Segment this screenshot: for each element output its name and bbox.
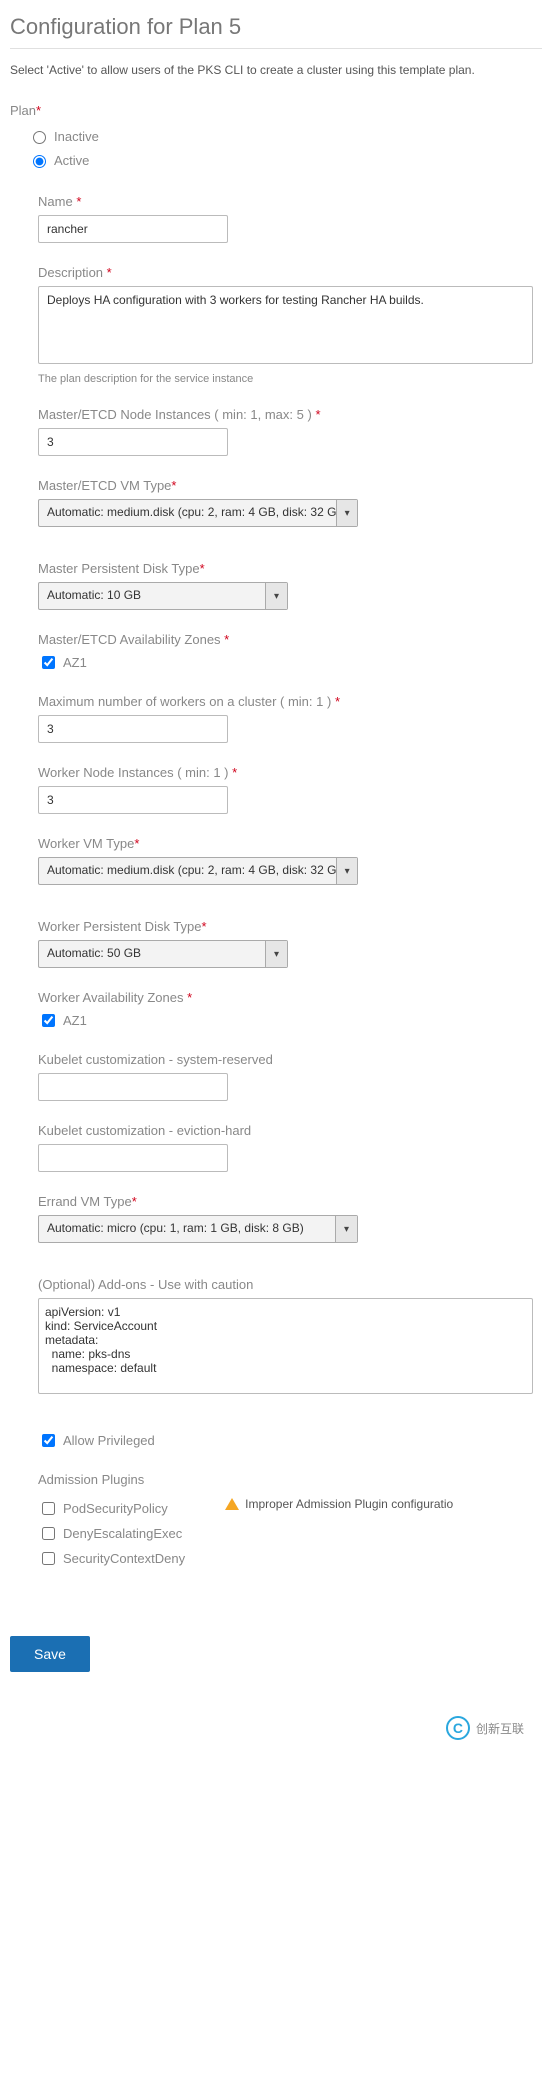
max-workers-input[interactable] bbox=[38, 715, 228, 743]
plugin-deny-escalating-checkbox[interactable] bbox=[42, 1527, 55, 1540]
plugin-deny-escalating[interactable]: DenyEscalatingExec bbox=[38, 1524, 185, 1543]
kubelet-system-input[interactable] bbox=[38, 1073, 228, 1101]
master-disk-type-value: Automatic: 10 GB bbox=[39, 583, 265, 609]
description-label: Description * bbox=[38, 265, 542, 280]
admission-warning: Improper Admission Plugin configuratio bbox=[225, 1497, 453, 1511]
plan-section: Plan* Inactive Active bbox=[10, 103, 542, 168]
allow-privileged-label: Allow Privileged bbox=[63, 1433, 155, 1448]
plan-option-inactive[interactable]: Inactive bbox=[28, 128, 542, 144]
name-input[interactable] bbox=[38, 215, 228, 243]
chevron-down-icon: ▾ bbox=[265, 941, 287, 967]
watermark-text: 创新互联 bbox=[476, 1720, 524, 1737]
radio-active[interactable] bbox=[33, 155, 46, 168]
chevron-down-icon: ▾ bbox=[336, 500, 357, 526]
plugin-security-context[interactable]: SecurityContextDeny bbox=[38, 1549, 185, 1568]
kubelet-eviction-label: Kubelet customization - eviction-hard bbox=[38, 1123, 542, 1138]
plugin-pod-security-checkbox[interactable] bbox=[42, 1502, 55, 1515]
description-textarea[interactable]: Deploys HA configuration with 3 workers … bbox=[38, 286, 533, 364]
chevron-down-icon: ▾ bbox=[336, 858, 357, 884]
worker-vm-type-value: Automatic: medium.disk (cpu: 2, ram: 4 G… bbox=[39, 858, 336, 884]
master-disk-type-select[interactable]: Automatic: 10 GB ▾ bbox=[38, 582, 288, 610]
max-workers-label: Maximum number of workers on a cluster (… bbox=[38, 694, 542, 709]
admission-plugins-label: Admission Plugins bbox=[38, 1472, 542, 1487]
master-instances-label: Master/ETCD Node Instances ( min: 1, max… bbox=[38, 407, 542, 422]
allow-privileged-checkbox[interactable] bbox=[42, 1434, 55, 1447]
allow-privileged-option[interactable]: Allow Privileged bbox=[38, 1431, 542, 1450]
errand-vm-type-select[interactable]: Automatic: micro (cpu: 1, ram: 1 GB, dis… bbox=[38, 1215, 358, 1243]
addons-label: (Optional) Add-ons - Use with caution bbox=[38, 1277, 542, 1292]
worker-vm-type-select[interactable]: Automatic: medium.disk (cpu: 2, ram: 4 G… bbox=[38, 857, 358, 885]
description-helper: The plan description for the service ins… bbox=[38, 373, 542, 385]
plugin-pod-security[interactable]: PodSecurityPolicy bbox=[38, 1499, 185, 1518]
worker-az-option[interactable]: AZ1 bbox=[38, 1011, 542, 1030]
worker-vm-type-label: Worker VM Type* bbox=[38, 836, 542, 851]
plugin-deny-escalating-label: DenyEscalatingExec bbox=[63, 1526, 182, 1541]
watermark: C 创新互联 bbox=[10, 1712, 542, 1744]
worker-az-label: Worker Availability Zones * bbox=[38, 990, 542, 1005]
watermark-icon: C bbox=[446, 1716, 470, 1740]
worker-disk-type-select[interactable]: Automatic: 50 GB ▾ bbox=[38, 940, 288, 968]
worker-disk-type-label: Worker Persistent Disk Type* bbox=[38, 919, 542, 934]
plan-label: Plan* bbox=[10, 103, 542, 118]
master-az-option[interactable]: AZ1 bbox=[38, 653, 542, 672]
plugin-security-context-label: SecurityContextDeny bbox=[63, 1551, 185, 1566]
addons-textarea[interactable]: apiVersion: v1 kind: ServiceAccount meta… bbox=[38, 1298, 533, 1394]
errand-vm-type-value: Automatic: micro (cpu: 1, ram: 1 GB, dis… bbox=[39, 1216, 335, 1242]
radio-active-label: Active bbox=[54, 153, 89, 168]
warning-icon bbox=[225, 1498, 239, 1510]
worker-az-checkbox[interactable] bbox=[42, 1014, 55, 1027]
master-az-option-label: AZ1 bbox=[63, 655, 87, 670]
radio-inactive[interactable] bbox=[33, 131, 46, 144]
chevron-down-icon: ▾ bbox=[335, 1216, 357, 1242]
master-az-checkbox[interactable] bbox=[42, 656, 55, 669]
plugin-security-context-checkbox[interactable] bbox=[42, 1552, 55, 1565]
kubelet-system-label: Kubelet customization - system-reserved bbox=[38, 1052, 542, 1067]
radio-inactive-label: Inactive bbox=[54, 129, 99, 144]
master-vm-type-label: Master/ETCD VM Type* bbox=[38, 478, 542, 493]
name-label: Name * bbox=[38, 194, 542, 209]
master-az-label: Master/ETCD Availability Zones * bbox=[38, 632, 542, 647]
admission-warning-text: Improper Admission Plugin configuratio bbox=[245, 1497, 453, 1511]
page-title: Configuration for Plan 5 bbox=[10, 14, 542, 40]
save-button[interactable]: Save bbox=[10, 1636, 90, 1672]
kubelet-eviction-input[interactable] bbox=[38, 1144, 228, 1172]
plugin-pod-security-label: PodSecurityPolicy bbox=[63, 1501, 168, 1516]
master-instances-input[interactable] bbox=[38, 428, 228, 456]
worker-instances-input[interactable] bbox=[38, 786, 228, 814]
errand-vm-type-label: Errand VM Type* bbox=[38, 1194, 542, 1209]
master-vm-type-value: Automatic: medium.disk (cpu: 2, ram: 4 G… bbox=[39, 500, 336, 526]
master-disk-type-label: Master Persistent Disk Type* bbox=[38, 561, 542, 576]
worker-instances-label: Worker Node Instances ( min: 1 ) * bbox=[38, 765, 542, 780]
worker-az-option-label: AZ1 bbox=[63, 1013, 87, 1028]
master-vm-type-select[interactable]: Automatic: medium.disk (cpu: 2, ram: 4 G… bbox=[38, 499, 358, 527]
intro-text: Select 'Active' to allow users of the PK… bbox=[10, 63, 542, 77]
divider bbox=[10, 48, 542, 49]
plan-option-active[interactable]: Active bbox=[28, 152, 542, 168]
worker-disk-type-value: Automatic: 50 GB bbox=[39, 941, 265, 967]
chevron-down-icon: ▾ bbox=[265, 583, 287, 609]
